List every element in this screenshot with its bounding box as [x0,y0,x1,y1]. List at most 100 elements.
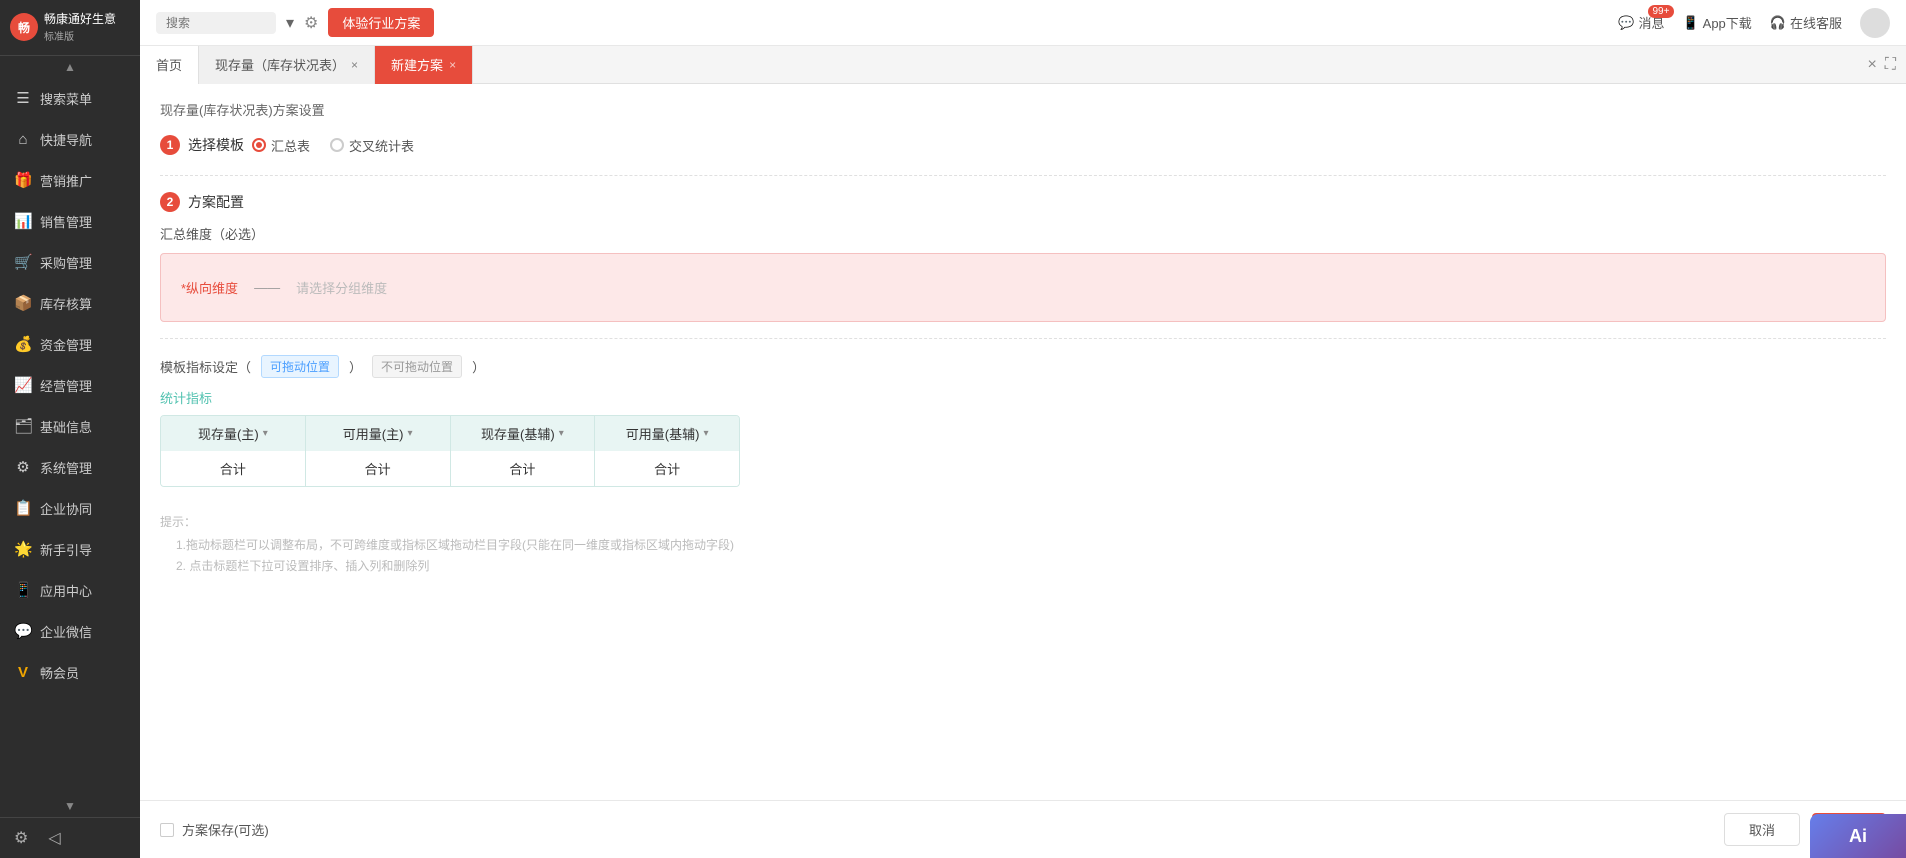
draggable-tag: 可拖动位置 [261,355,339,378]
cart-icon: 🛒 [14,253,32,271]
header: ▾ ⚙ 体验行业方案 💬 消息 99+ 📱 App下载 🎧 在线客服 [140,0,1906,46]
sidebar-item-vip[interactable]: V 畅会员 [0,652,140,693]
user-avatar[interactable] [1860,8,1890,38]
indicator-col-3: 现存量(基辅) ▾ [451,416,596,451]
tab-inventory-close-icon[interactable]: × [351,58,358,72]
app-icon: 📱 [14,581,32,599]
tab-new-plan[interactable]: 新建方案 × [375,46,473,84]
tabs-bar: 首页 现存量（库存状况表） × 新建方案 × × ⛶ [140,46,1906,84]
tips-title: 提示： [160,513,1886,530]
col3-header-text: 现存量(基辅) [481,424,555,443]
message-icon: 💬 [1618,15,1634,31]
indicator-settings-suffix: ） [349,357,362,376]
col4-body: 合计 [595,451,739,486]
message-badge: 99+ [1648,5,1675,18]
col2-header[interactable]: 可用量(主) ▾ [306,416,450,451]
sidebar-item-system[interactable]: ⚙ 系统管理 [0,447,140,488]
contract-icon: 📋 [14,499,32,517]
col2-header-text: 可用量(主) [343,424,404,443]
app-logo-icon: 畅 [10,13,38,41]
sidebar-item-label: 经营管理 [40,376,92,395]
sidebar-item-label: 库存核算 [40,294,92,313]
gift-icon: 🎁 [14,171,32,189]
indicator-body-col-3: 合计 [451,451,596,486]
col3-header[interactable]: 现存量(基辅) ▾ [451,416,595,451]
sidebar-item-wechat[interactable]: 💬 企业微信 [0,611,140,652]
sidebar-scroll-down[interactable]: ▼ [0,795,140,817]
sidebar-item-basic-info[interactable]: 🗂 基础信息 [0,406,140,447]
indicator-settings-end-paren: ） [472,357,485,376]
dimension-area[interactable]: *纵向维度 —— 请选择分组维度 [160,253,1886,322]
search-menu-icon: ☰ [14,89,32,107]
sidebar-scroll-up[interactable]: ▲ [0,56,140,78]
sidebar-item-label: 采购管理 [40,253,92,272]
box-icon: 📦 [14,294,32,312]
sidebar-item-inventory[interactable]: 📦 库存核算 [0,283,140,324]
col2-chevron-icon: ▾ [407,428,412,439]
sidebar-item-enterprise[interactable]: 📋 企业协同 [0,488,140,529]
not-draggable-tag: 不可拖动位置 [372,355,462,378]
vip-icon: V [14,664,32,681]
app-edition: 标准版 [44,28,116,43]
sidebar-item-guide[interactable]: 🌟 新手引导 [0,529,140,570]
search-input[interactable] [156,12,276,34]
sidebar-item-label: 资金管理 [40,335,92,354]
sidebar-item-purchase[interactable]: 🛒 采购管理 [0,242,140,283]
home-icon: ⌂ [14,131,32,148]
sidebar-item-operation[interactable]: 📈 经营管理 [0,365,140,406]
settings-icon[interactable]: ⚙ [14,828,28,848]
save-checkbox[interactable] [160,823,174,837]
header-dropdown-button[interactable]: ▾ [286,13,294,33]
page-title: 现存量(库存状况表)方案设置 [160,100,1886,119]
sidebar-logo: 畅 畅康通好生意 标准版 [0,0,140,56]
sidebar-item-app-center[interactable]: 📱 应用中心 [0,570,140,611]
online-service-button[interactable]: 🎧 在线客服 [1770,13,1842,32]
dim-placeholder-text: 请选择分组维度 [296,278,387,297]
radio-summary[interactable]: 汇总表 [252,136,310,155]
indicator-col-2: 可用量(主) ▾ [306,416,451,451]
col2-body: 合计 [306,451,450,486]
tab-new-plan-close-icon[interactable]: × [449,58,456,72]
window-expand-button[interactable]: ⛶ [1885,56,1896,74]
window-close-button[interactable]: × [1867,56,1876,74]
tab-inventory-label: 现存量（库存状况表） [215,55,345,74]
sidebar-item-marketing[interactable]: 🎁 营销推广 [0,160,140,201]
sidebar-bottom: ⚙ ◁ [0,817,140,858]
sidebar-item-label: 快捷导航 [40,130,92,149]
header-gear-icon[interactable]: ⚙ [304,13,318,33]
message-button[interactable]: 💬 消息 99+ [1618,13,1664,32]
volume-icon[interactable]: ◁ [48,828,60,848]
tabs-right: × ⛶ [1867,56,1906,74]
sidebar-item-label: 销售管理 [40,212,92,231]
section1-header: 1 选择模板 汇总表 交叉统计表 [160,135,1886,155]
app-download-button[interactable]: 📱 App下载 [1682,13,1751,32]
section2-title: 方案配置 [188,192,244,212]
phone-icon: 📱 [1682,15,1698,31]
col4-header[interactable]: 可用量(基辅) ▾ [595,416,739,451]
tab-inventory-status[interactable]: 现存量（库存状况表） × [199,46,375,84]
app-download-label: App下载 [1703,13,1752,32]
tips-item-1: 1.拖动标题栏可以调整布局，不可跨维度或指标区域拖动栏目字段(只能在同一维度或指… [160,536,1886,553]
sidebar-item-label: 企业微信 [40,622,92,641]
col1-header[interactable]: 现存量(主) ▾ [161,416,305,451]
sidebar-item-label: 基础信息 [40,417,92,436]
indicator-settings: 模板指标设定（ 可拖动位置 ） 不可拖动位置 ） 统计指标 现存量(主) ▾ [160,355,1886,487]
sidebar-item-quick-nav[interactable]: ⌂ 快捷导航 [0,119,140,160]
section1-num: 1 [160,135,180,155]
tab-home[interactable]: 首页 [140,46,199,84]
footer: 方案保存(可选) 取消 查询 [140,800,1906,858]
sidebar-item-label: 系统管理 [40,458,92,477]
section1-title: 选择模板 [188,135,244,155]
indicator-col-1: 现存量(主) ▾ [161,416,306,451]
ai-float-button[interactable]: Ai [1810,814,1906,858]
sidebar-item-label: 应用中心 [40,581,92,600]
sidebar-item-search-menu[interactable]: ☰ 搜索菜单 [0,78,140,119]
radio-cross[interactable]: 交叉统计表 [330,136,414,155]
radio-cross-label: 交叉统计表 [349,136,414,155]
dim-field-label: *纵向维度 [181,278,238,297]
sidebar-item-finance[interactable]: 💰 资金管理 [0,324,140,365]
experience-btn[interactable]: 体验行业方案 [328,8,434,37]
sidebar-item-sales[interactable]: 📊 销售管理 [0,201,140,242]
cancel-button[interactable]: 取消 [1724,813,1800,846]
section2-header: 2 方案配置 [160,192,1886,212]
